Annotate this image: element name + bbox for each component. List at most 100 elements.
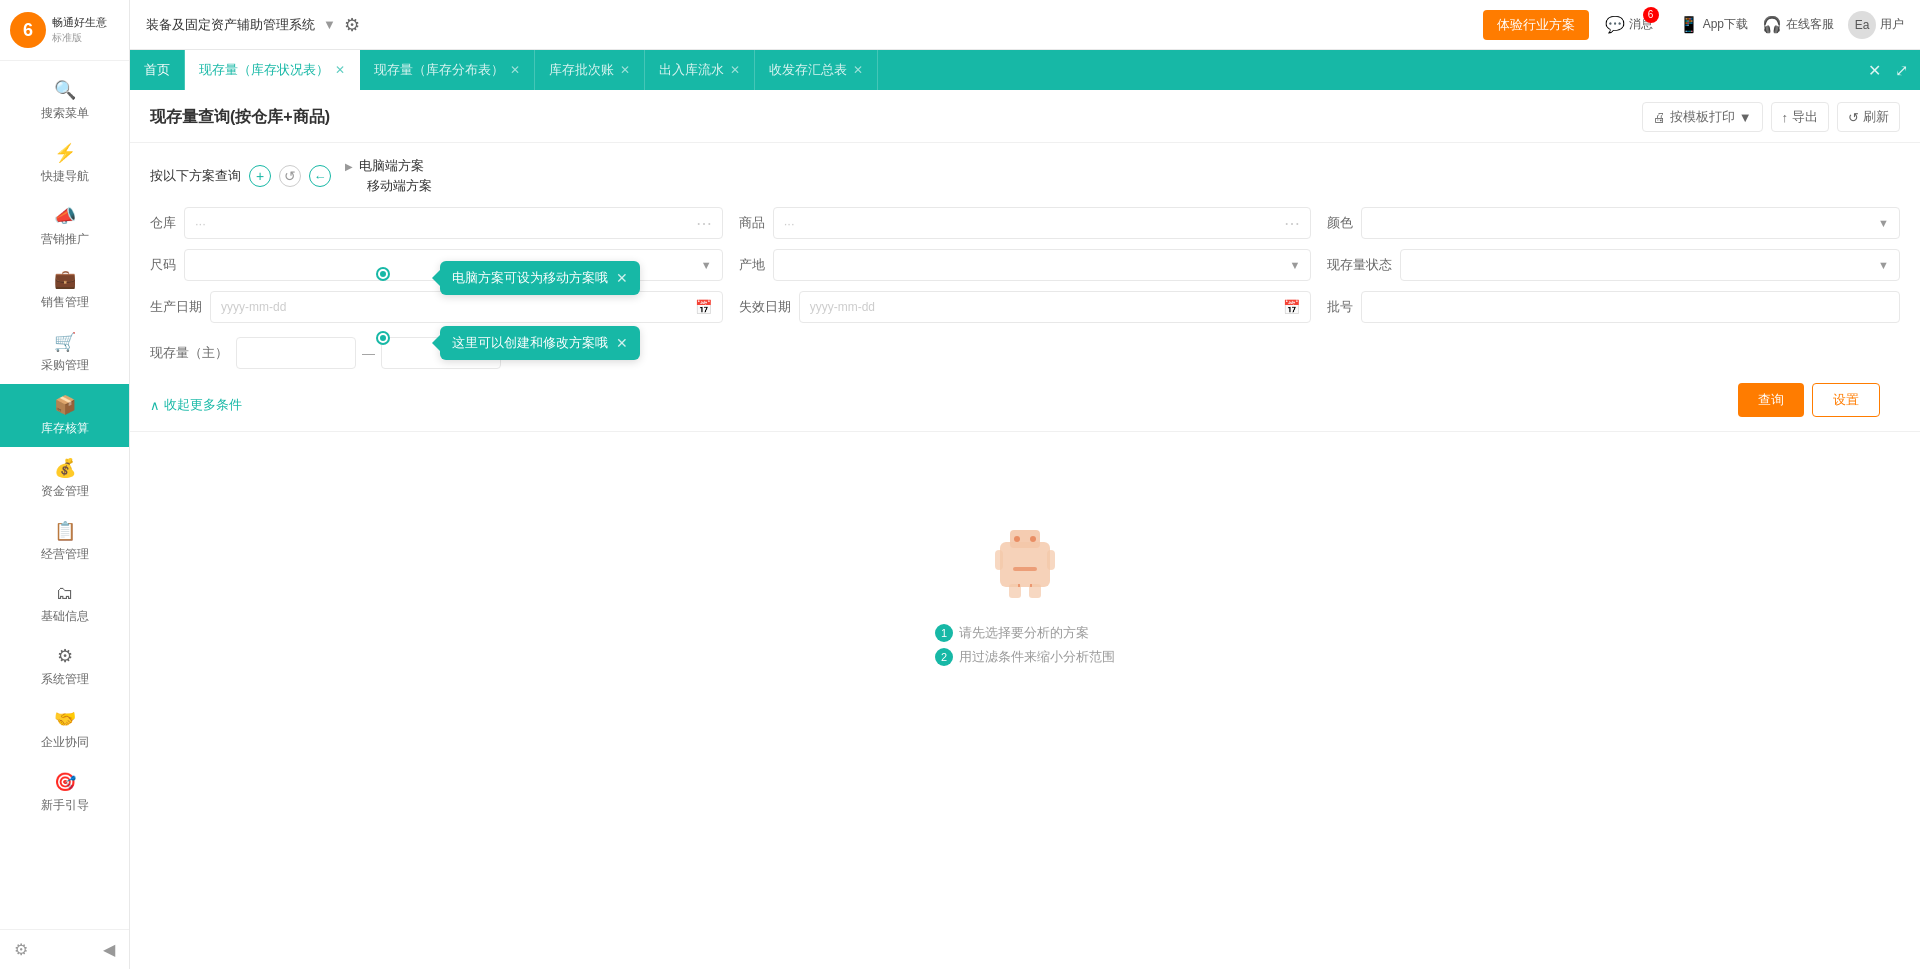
- tab-receive-summary-label: 收发存汇总表: [769, 61, 847, 79]
- sidebar-item-operation[interactable]: 📋 经营管理: [0, 510, 129, 573]
- tab-inventory-status-close[interactable]: ✕: [335, 63, 345, 77]
- tab-inout-flow-close[interactable]: ✕: [730, 63, 740, 77]
- scheme-pc[interactable]: ▶ 电脑端方案: [345, 157, 432, 175]
- filter-bottom: ∧ 收起更多条件 查询 设置: [150, 383, 1900, 417]
- tab-batch-account-close[interactable]: ✕: [620, 63, 630, 77]
- sidebar-item-quick[interactable]: ⚡ 快捷导航: [0, 132, 129, 195]
- system-title-dropdown[interactable]: ▼: [323, 17, 336, 32]
- collapse-label: 收起更多条件: [164, 396, 242, 414]
- tab-batch-account[interactable]: 库存批次账 ✕: [535, 50, 645, 90]
- connector-dot-pc: [378, 269, 388, 279]
- filter-add-btn[interactable]: +: [249, 165, 271, 187]
- print-label: 按模板打印: [1670, 108, 1735, 126]
- tooltip-edit-close[interactable]: ✕: [616, 335, 628, 351]
- sidebar-item-system[interactable]: ⚙ 系统管理: [0, 635, 129, 698]
- trial-btn[interactable]: 体验行业方案: [1483, 10, 1589, 40]
- page-header: 现存量查询(按仓库+商品) 🖨 按模板打印 ▼ ↑ 导出 ↺ 刷新: [130, 90, 1920, 143]
- settings-gear-icon[interactable]: ⚙: [344, 14, 360, 36]
- tab-receive-summary-close[interactable]: ✕: [853, 63, 863, 77]
- stock-min-input[interactable]: [236, 337, 356, 369]
- notification-area[interactable]: 💬 消息 6: [1605, 15, 1665, 34]
- warehouse-placeholder: ···: [195, 216, 206, 231]
- empty-text: 1 请先选择要分析的方案 2 用过滤条件来缩小分析范围: [935, 624, 1115, 666]
- nav-label-finance: 资金管理: [41, 483, 89, 500]
- batch-no-input[interactable]: [1361, 291, 1900, 323]
- goods-dots: ⋯: [1284, 214, 1300, 233]
- tab-inventory-dist-close[interactable]: ✕: [510, 63, 520, 77]
- tooltip-pc-text: 电脑方案可设为移动方案哦: [452, 269, 608, 287]
- reset-btn[interactable]: 设置: [1812, 383, 1880, 417]
- scheme-mobile[interactable]: 移动端方案: [345, 177, 432, 195]
- print-btn[interactable]: 🖨 按模板打印 ▼: [1642, 102, 1763, 132]
- tab-inventory-status[interactable]: 现存量（库存状况表） ✕: [185, 50, 360, 90]
- empty-state: 1 请先选择要分析的方案 2 用过滤条件来缩小分析范围: [130, 432, 1920, 746]
- nav-label-operation: 经营管理: [41, 546, 89, 563]
- collapse-sidebar-icon[interactable]: ◀: [103, 940, 115, 959]
- warehouse-select[interactable]: ··· ⋯: [184, 207, 723, 239]
- color-arrow-icon: ▼: [1878, 217, 1889, 229]
- filter-refresh-btn[interactable]: ↺: [279, 165, 301, 187]
- online-service-label: 在线客服: [1786, 16, 1834, 33]
- collapse-btn[interactable]: ∧ 收起更多条件: [150, 396, 242, 414]
- tab-home-label: 首页: [144, 61, 170, 79]
- tab-inout-flow[interactable]: 出入库流水 ✕: [645, 50, 755, 90]
- user-area[interactable]: Ea 用户: [1848, 11, 1904, 39]
- finance-icon: 💰: [54, 457, 76, 479]
- top-header: 装备及固定资产辅助管理系统 ▼ ⚙ 体验行业方案 💬 消息 6 📱 App下载 …: [130, 0, 1920, 50]
- sidebar-item-search[interactable]: 🔍 搜索菜单: [0, 69, 129, 132]
- settings-bottom-icon[interactable]: ⚙: [14, 940, 28, 959]
- expiry-date-placeholder: yyyy-mm-dd: [810, 300, 875, 314]
- export-btn[interactable]: ↑ 导出: [1771, 102, 1830, 132]
- filter-row-2: 尺码 ▼ 产地 ▼ 现存量状态: [150, 249, 1900, 281]
- tooltip-edit-text: 这里可以创建和修改方案哦: [452, 334, 608, 352]
- stock-status-filter: 现存量状态 ▼: [1327, 249, 1900, 281]
- filter-arrow-btn[interactable]: ←: [309, 165, 331, 187]
- expiry-date-input[interactable]: yyyy-mm-dd 📅: [799, 291, 1312, 323]
- sidebar-item-guide[interactable]: 🎯 新手引导: [0, 761, 129, 824]
- brand-info: 畅通好生意 标准版: [52, 15, 107, 44]
- sidebar-logo: 6 畅通好生意 标准版: [0, 0, 129, 61]
- tooltip-pc-close[interactable]: ✕: [616, 270, 628, 286]
- stock-status-select[interactable]: ▼: [1400, 249, 1900, 281]
- filter-rows: 仓库 ··· ⋯ 商品 ··· ⋯ 颜色: [150, 207, 1900, 417]
- origin-filter: 产地 ▼: [739, 249, 1312, 281]
- tab-inventory-status-label: 现存量（库存状况表）: [199, 61, 329, 79]
- tab-inventory-dist[interactable]: 现存量（库存分布表） ✕: [360, 50, 535, 90]
- refresh-icon: ↺: [1848, 110, 1859, 125]
- nav-label-sales: 销售管理: [41, 294, 89, 311]
- sidebar-item-purchase[interactable]: 🛒 采购管理: [0, 321, 129, 384]
- search-btn[interactable]: 查询: [1738, 383, 1804, 417]
- sidebar-item-finance[interactable]: 💰 资金管理: [0, 447, 129, 510]
- goods-select[interactable]: ··· ⋯: [773, 207, 1312, 239]
- tab-receive-summary[interactable]: 收发存汇总表 ✕: [755, 50, 878, 90]
- warehouse-dots: ⋯: [696, 214, 712, 233]
- close-all-tabs-icon[interactable]: ✕: [1864, 57, 1885, 84]
- warehouse-filter: 仓库 ··· ⋯: [150, 207, 723, 239]
- production-date-input[interactable]: yyyy-mm-dd 📅: [210, 291, 723, 323]
- header-icon-group: 💬 消息 6 📱 App下载 🎧 在线客服 Ea 用户: [1605, 11, 1904, 39]
- refresh-label: 刷新: [1863, 108, 1889, 126]
- system-icon: ⚙: [57, 645, 73, 667]
- origin-select[interactable]: ▼: [773, 249, 1312, 281]
- refresh-btn[interactable]: ↺ 刷新: [1837, 102, 1900, 132]
- filter-row-1: 仓库 ··· ⋯ 商品 ··· ⋯ 颜色: [150, 207, 1900, 239]
- sidebar-bottom: ⚙ ◀: [0, 929, 129, 969]
- quick-icon: ⚡: [54, 142, 76, 164]
- empty-hint-2: 2 用过滤条件来缩小分析范围: [935, 648, 1115, 666]
- sidebar-item-enterprise[interactable]: 🤝 企业协同: [0, 698, 129, 761]
- fullscreen-icon[interactable]: ⤢: [1891, 57, 1912, 84]
- tab-home[interactable]: 首页: [130, 50, 185, 90]
- stock-status-label: 现存量状态: [1327, 256, 1392, 274]
- filter-row-3: 生产日期 yyyy-mm-dd 📅 失效日期 yyyy-mm-dd 📅: [150, 291, 1900, 323]
- app-download-area[interactable]: 📱 App下载: [1679, 15, 1748, 34]
- sidebar-item-inventory[interactable]: 📦 库存核算: [0, 384, 129, 447]
- sidebar-item-marketing[interactable]: 📣 营销推广: [0, 195, 129, 258]
- page-actions: 🖨 按模板打印 ▼ ↑ 导出 ↺ 刷新: [1642, 102, 1900, 132]
- color-select[interactable]: ▼: [1361, 207, 1900, 239]
- online-service-area[interactable]: 🎧 在线客服: [1762, 15, 1834, 34]
- connector-dot-edit: [378, 333, 388, 343]
- batch-no-label: 批号: [1327, 298, 1353, 316]
- user-label: 用户: [1880, 16, 1904, 33]
- sidebar-item-basic[interactable]: 🗂 基础信息: [0, 573, 129, 635]
- sidebar-item-sales[interactable]: 💼 销售管理: [0, 258, 129, 321]
